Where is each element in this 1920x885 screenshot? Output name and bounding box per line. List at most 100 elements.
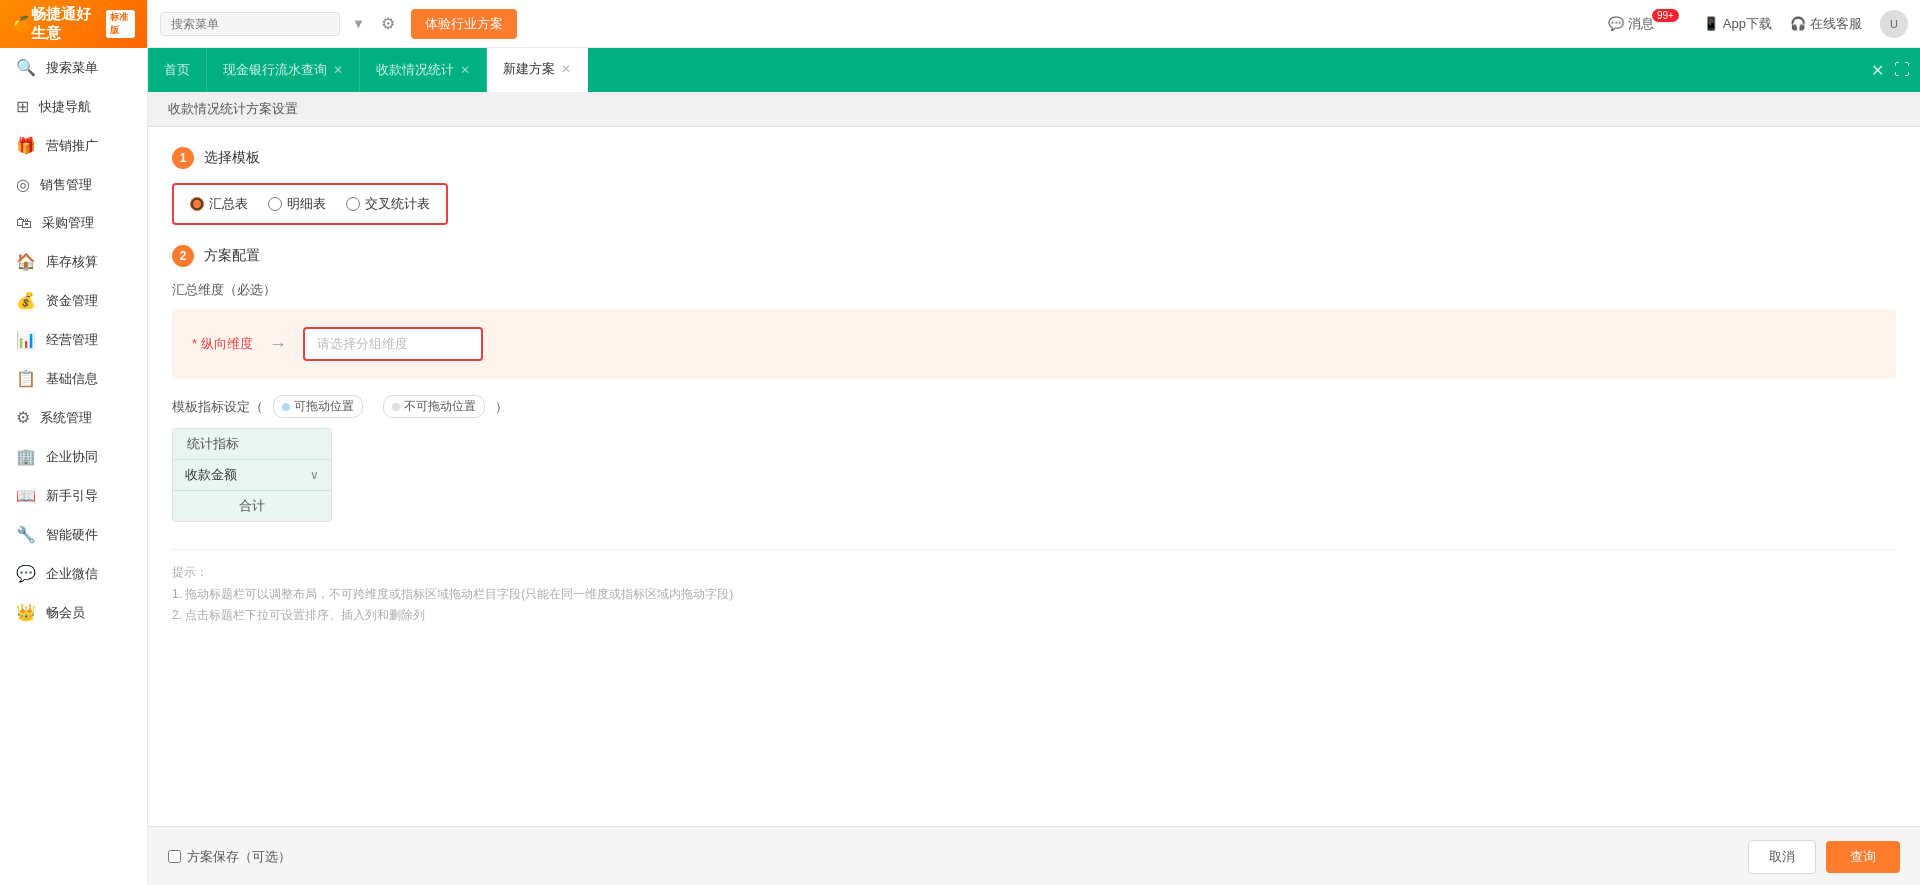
sidebar-item-sales[interactable]: ◎ 销售管理	[0, 165, 147, 204]
sidebar-item-company[interactable]: 🏢 企业协同	[0, 437, 147, 476]
radio-cross-input[interactable]	[346, 197, 360, 211]
indicator-table: 统计指标 收款金额 ∨ 合计	[172, 428, 332, 522]
draggable-badge: 可拖动位置	[273, 395, 363, 418]
draggable-label: 可拖动位置	[294, 398, 354, 415]
step2-num: 2	[172, 245, 194, 267]
radio-cross[interactable]: 交叉统计表	[346, 195, 430, 213]
tip-line-1: 1. 拖动标题栏可以调整布局，不可跨维度或指标区域拖动栏目字段(只能在同一维度或…	[172, 584, 1896, 606]
sidebar-item-label: 经营管理	[46, 331, 98, 349]
search-input[interactable]	[160, 12, 340, 36]
template-select-box: 汇总表 明细表 交叉统计表	[172, 183, 448, 225]
tabbar: 首页 现金银行流水查询 ✕ 收款情况统计 ✕ 新建方案 ✕ ✕ ⛶	[148, 48, 1920, 92]
avatar[interactable]: U	[1880, 10, 1908, 38]
dimension-row-label: * 纵向维度	[192, 335, 253, 353]
radio-summary[interactable]: 汇总表	[190, 195, 248, 213]
industry-btn[interactable]: 体验行业方案	[411, 9, 517, 39]
content-area: 收款情况统计方案设置 1 选择模板 汇总表 明细表	[148, 92, 1920, 885]
chevron-down-icon[interactable]: ∨	[310, 468, 319, 482]
form-area: 1 选择模板 汇总表 明细表 交叉统计表	[148, 127, 1920, 826]
sidebar-item-marketing[interactable]: 🎁 营销推广	[0, 126, 147, 165]
message-badge: 99+	[1652, 9, 1679, 22]
non-draggable-label: 不可拖动位置	[404, 398, 476, 415]
indicator-section: 模板指标设定（ 可拖动位置 不可拖动位置 ） 统计指标	[172, 395, 1896, 525]
sidebar-item-label: 销售管理	[40, 176, 92, 194]
download-label: App下载	[1723, 15, 1772, 33]
step1-header: 1 选择模板	[172, 147, 1896, 169]
member-icon: 👑	[16, 603, 36, 622]
indicator-table-cell[interactable]: 收款金额 ∨	[173, 459, 331, 490]
tab-home-label: 首页	[164, 61, 190, 79]
finance-icon: 💰	[16, 291, 36, 310]
sidebar-item-wechat[interactable]: 💬 企业微信	[0, 554, 147, 593]
sidebar-item-label: 系统管理	[40, 409, 92, 427]
sidebar: 🍊 畅捷通好生意 标准版 🔍 搜索菜单 ⊞ 快捷导航 🎁 营销推广 ◎ 销售管理…	[0, 0, 148, 885]
sidebar-item-basicinfo[interactable]: 📋 基础信息	[0, 359, 147, 398]
radio-detail[interactable]: 明细表	[268, 195, 326, 213]
sidebar-item-label: 基础信息	[46, 370, 98, 388]
sidebar-item-label: 智能硬件	[46, 526, 98, 544]
draggable-dot	[282, 403, 290, 411]
step2-label: 方案配置	[204, 247, 260, 265]
download-item[interactable]: 📱 App下载	[1703, 15, 1772, 33]
guide-icon: 📖	[16, 486, 36, 505]
tab-new-plan-close-icon[interactable]: ✕	[561, 62, 571, 76]
sidebar-item-label: 畅会员	[46, 604, 85, 622]
bottom-bar: 方案保存（可选） 取消 查询	[148, 826, 1920, 885]
sidebar-item-finance[interactable]: 💰 资金管理	[0, 281, 147, 320]
save-checkbox[interactable]: 方案保存（可选）	[168, 848, 291, 866]
sidebar-item-label: 资金管理	[46, 292, 98, 310]
download-icon: 📱	[1703, 16, 1719, 31]
close-window-icon[interactable]: ✕	[1871, 61, 1884, 80]
tab-collection-label: 收款情况统计	[376, 61, 454, 79]
main-area: ▼ ⚙ 体验行业方案 💬 消息 99+ 📱 App下载 🎧 在线客服 U	[148, 0, 1920, 885]
app-name: 畅捷通好生意	[31, 5, 100, 43]
radio-summary-input[interactable]	[190, 197, 204, 211]
save-checkbox-input[interactable]	[168, 850, 181, 863]
sidebar-item-operations[interactable]: 📊 经营管理	[0, 320, 147, 359]
search-icon: 🔍	[16, 58, 36, 77]
sidebar-item-search[interactable]: 🔍 搜索菜单	[0, 48, 147, 87]
gift-icon: 🎁	[16, 136, 36, 155]
radio-detail-input[interactable]	[268, 197, 282, 211]
tab-collection[interactable]: 收款情况统计 ✕	[360, 48, 487, 92]
dimension-select[interactable]: 请选择分组维度	[303, 327, 483, 361]
sidebar-item-quicknav[interactable]: ⊞ 快捷导航	[0, 87, 147, 126]
tip-line-2: 2. 点击标题栏下拉可设置排序、插入列和删除列	[172, 605, 1896, 627]
sidebar-item-hardware[interactable]: 🔧 智能硬件	[0, 515, 147, 554]
tab-new-plan[interactable]: 新建方案 ✕	[487, 48, 588, 92]
sidebar-item-label: 搜索菜单	[46, 59, 98, 77]
info-icon: 📋	[16, 369, 36, 388]
step1-label: 选择模板	[204, 149, 260, 167]
save-checkbox-label: 方案保存（可选）	[187, 848, 291, 866]
sidebar-item-guide[interactable]: 📖 新手引导	[0, 476, 147, 515]
sidebar-item-member[interactable]: 👑 畅会员	[0, 593, 147, 632]
dropdown-arrow-icon[interactable]: ▼	[352, 16, 365, 31]
step1-num: 1	[172, 147, 194, 169]
tab-collection-close-icon[interactable]: ✕	[460, 63, 470, 77]
system-icon: ⚙	[16, 408, 30, 427]
query-button[interactable]: 查询	[1826, 841, 1900, 873]
non-draggable-dot	[392, 403, 400, 411]
tab-cashflow[interactable]: 现金银行流水查询 ✕	[207, 48, 360, 92]
edition-badge: 标准版	[106, 10, 135, 38]
service-item[interactable]: 🎧 在线客服	[1790, 15, 1862, 33]
tab-cashflow-close-icon[interactable]: ✕	[333, 63, 343, 77]
maximize-icon[interactable]: ⛶	[1894, 61, 1910, 79]
tab-home[interactable]: 首页	[148, 48, 207, 92]
tabbar-right: ✕ ⛶	[1861, 48, 1920, 92]
cancel-button[interactable]: 取消	[1748, 840, 1816, 874]
step2-header: 2 方案配置	[172, 245, 1896, 267]
sidebar-item-purchase[interactable]: 🛍 采购管理	[0, 204, 147, 242]
sidebar-item-system[interactable]: ⚙ 系统管理	[0, 398, 147, 437]
radio-detail-label: 明细表	[287, 195, 326, 213]
breadcrumb: 收款情况统计方案设置	[148, 92, 1920, 127]
gear-icon[interactable]: ⚙	[381, 14, 395, 33]
sidebar-item-inventory[interactable]: 🏠 库存核算	[0, 242, 147, 281]
warehouse-icon: 🏠	[16, 252, 36, 271]
message-item[interactable]: 💬 消息 99+	[1608, 15, 1685, 33]
grid-icon: ⊞	[16, 97, 29, 116]
tab-new-plan-label: 新建方案	[503, 60, 555, 78]
sidebar-item-label: 营销推广	[46, 137, 98, 155]
wechat-icon: 💬	[16, 564, 36, 583]
radio-cross-label: 交叉统计表	[365, 195, 430, 213]
